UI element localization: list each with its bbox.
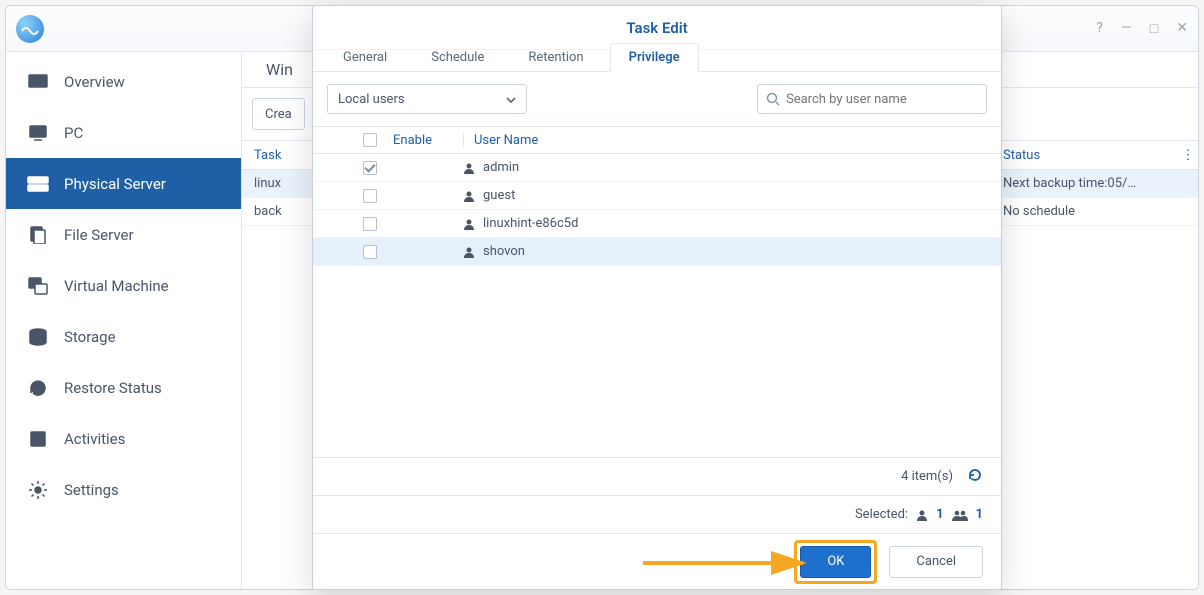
ok-highlight: OK	[794, 540, 877, 584]
overview-icon	[26, 72, 50, 92]
user-icon	[463, 218, 475, 230]
tab-privilege[interactable]: Privilege	[610, 43, 699, 72]
user-row[interactable]: linuxhint-e86c5d	[313, 210, 1001, 238]
sidebar-item-label: File Server	[64, 226, 134, 244]
enable-checkbox[interactable]	[363, 189, 377, 203]
activities-icon	[26, 429, 50, 449]
sidebar-item-label: Storage	[64, 328, 116, 346]
gear-icon	[26, 480, 50, 500]
sidebar-item-label: Virtual Machine	[64, 277, 169, 295]
chevron-down-icon	[506, 92, 516, 107]
enable-checkbox[interactable]	[363, 245, 377, 259]
sidebar-item-label: Overview	[64, 73, 125, 91]
create-button[interactable]: Crea	[252, 98, 305, 130]
user-grid: Enable User Name admin guest linuxhint-e…	[313, 126, 1001, 457]
sidebar-item-overview[interactable]: Overview	[6, 56, 241, 107]
user-row[interactable]: shovon	[313, 238, 1001, 266]
user-row[interactable]: guest	[313, 182, 1001, 210]
pc-icon	[26, 123, 50, 143]
minimize-button[interactable]: —	[1121, 20, 1132, 37]
sidebar-item-label: Activities	[64, 430, 125, 448]
sidebar-item-activities[interactable]: Activities	[6, 413, 241, 464]
sidebar-item-label: Restore Status	[64, 379, 162, 397]
maximize-button[interactable]: □	[1150, 20, 1158, 37]
help-button[interactable]: ?	[1096, 20, 1103, 37]
selected-group-count: 1	[976, 507, 983, 522]
enable-checkbox[interactable]	[363, 161, 377, 175]
sidebar: Overview PC Physical Server File Server …	[6, 52, 242, 589]
task-edit-modal: Task Edit General Schedule Retention Pri…	[312, 5, 1002, 590]
sidebar-item-pc[interactable]: PC	[6, 107, 241, 158]
search-input[interactable]	[786, 92, 978, 107]
item-count: 4 item(s)	[901, 469, 953, 484]
content-tab[interactable]: Win	[252, 54, 307, 85]
group-icon	[952, 509, 968, 521]
sidebar-item-restore-status[interactable]: Restore Status	[6, 362, 241, 413]
sidebar-item-label: Settings	[64, 481, 119, 499]
tab-schedule[interactable]: Schedule	[413, 44, 502, 71]
ok-button[interactable]: OK	[800, 546, 871, 578]
col-header-enable[interactable]: Enable	[393, 133, 432, 148]
restore-icon	[26, 378, 50, 398]
vm-icon	[26, 276, 50, 296]
sidebar-item-physical-server[interactable]: Physical Server	[6, 158, 241, 209]
server-icon	[26, 174, 50, 194]
col-header-status[interactable]: Status	[993, 148, 1178, 163]
user-icon	[463, 246, 475, 258]
user-icon	[463, 162, 475, 174]
user-icon	[463, 190, 475, 202]
sidebar-item-virtual-machine[interactable]: Virtual Machine	[6, 260, 241, 311]
window-controls: ? — □ ✕	[1096, 20, 1188, 37]
user-type-select[interactable]: Local users	[327, 84, 527, 114]
app-icon	[16, 15, 44, 43]
selected-label: Selected:	[855, 507, 908, 522]
tab-retention[interactable]: Retention	[510, 44, 601, 71]
enable-checkbox[interactable]	[363, 217, 377, 231]
col-header-more[interactable]: ⋮	[1178, 148, 1198, 163]
search-input-wrap	[757, 84, 987, 114]
sidebar-item-settings[interactable]: Settings	[6, 464, 241, 515]
storage-icon	[26, 327, 50, 347]
enable-all-checkbox[interactable]	[363, 133, 377, 147]
selected-user-count: 1	[936, 507, 943, 522]
sidebar-item-label: PC	[64, 124, 83, 142]
sidebar-item-file-server[interactable]: File Server	[6, 209, 241, 260]
sidebar-item-storage[interactable]: Storage	[6, 311, 241, 362]
user-icon	[916, 509, 928, 521]
search-icon	[766, 92, 780, 106]
file-server-icon	[26, 225, 50, 245]
user-row[interactable]: admin	[313, 154, 1001, 182]
col-header-username[interactable]: User Name	[463, 133, 1001, 148]
tab-general[interactable]: General	[325, 44, 405, 71]
sidebar-item-label: Physical Server	[64, 175, 166, 193]
cancel-button[interactable]: Cancel	[889, 546, 983, 578]
close-button[interactable]: ✕	[1176, 20, 1188, 37]
refresh-button[interactable]	[967, 467, 983, 487]
